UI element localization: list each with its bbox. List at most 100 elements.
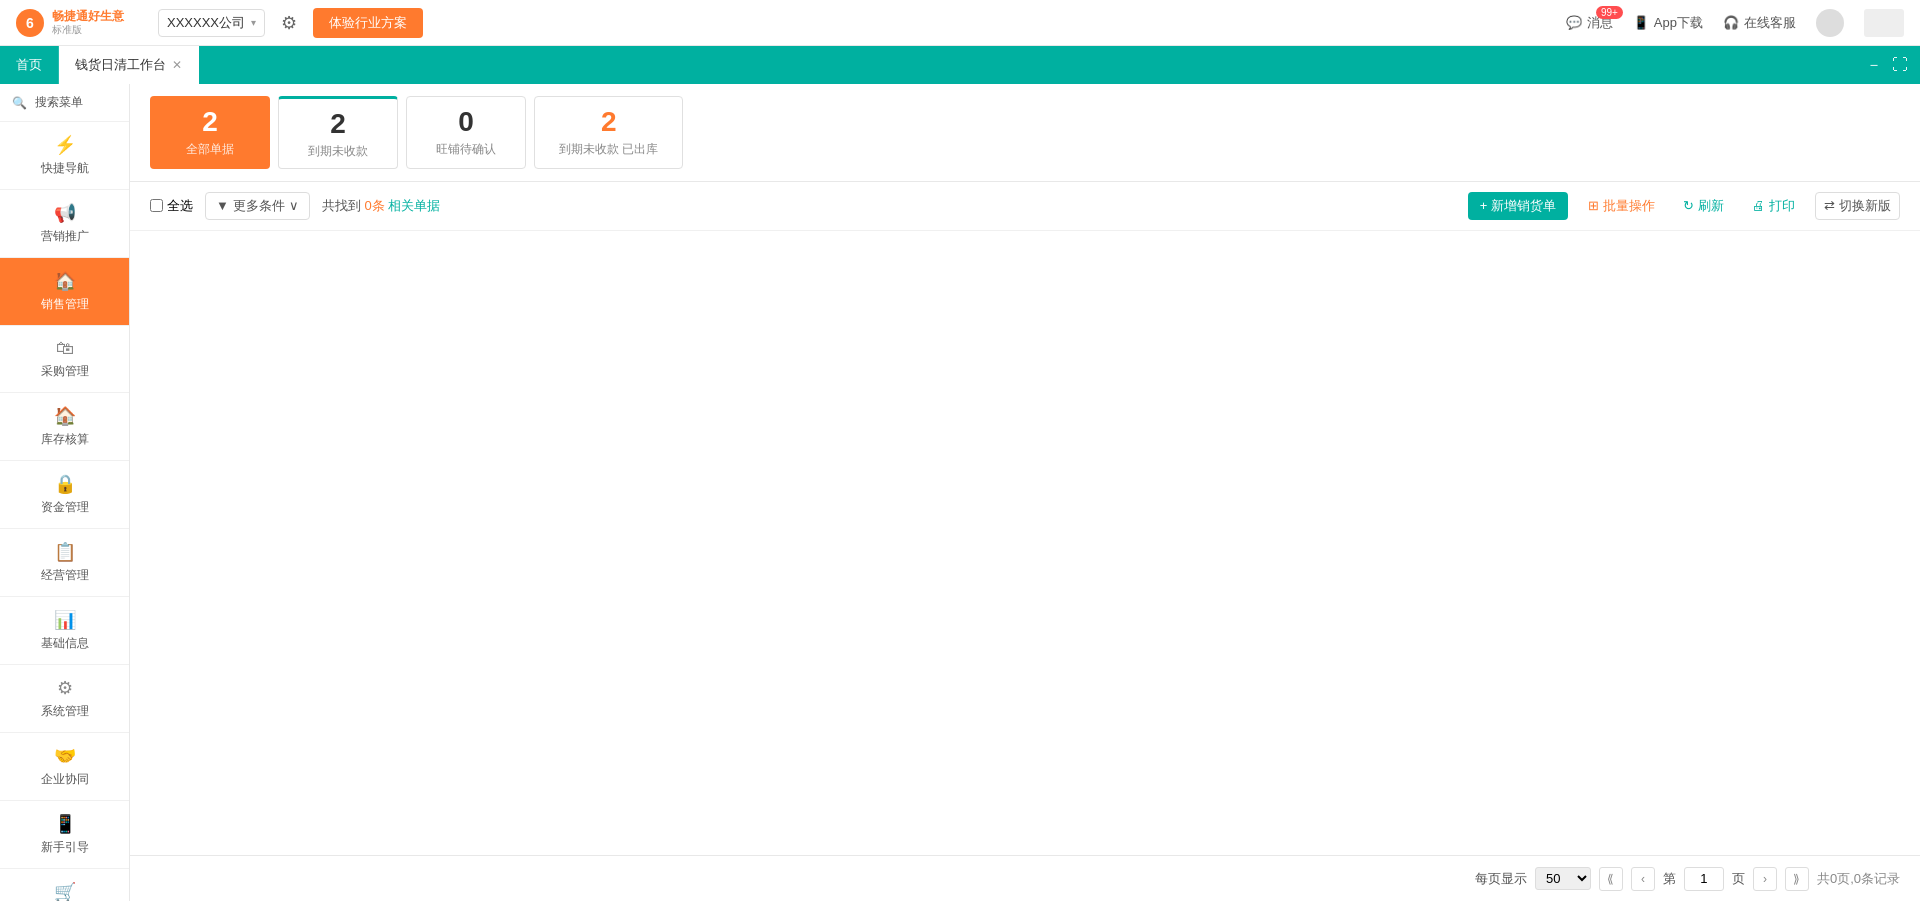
minimize-icon[interactable]: －: [1866, 55, 1882, 76]
logo-subtitle: 标准版: [52, 24, 124, 36]
tab-work[interactable]: 钱货日清工作台 ✕: [59, 46, 199, 84]
app-download-action[interactable]: 📱 App下载: [1633, 14, 1703, 32]
guide-icon: 📱: [54, 813, 76, 835]
add-button[interactable]: + 新增销货单: [1468, 192, 1568, 220]
page-input[interactable]: [1684, 867, 1724, 891]
message-badge: 99+: [1596, 6, 1623, 19]
toolbar: 全选 ▼ 更多条件 ∨ 共找到 0条 相关单据 + 新增销货单 ⊞ 批量操作: [130, 182, 1920, 231]
new-version-button[interactable]: ⇄ 切换新版: [1815, 192, 1900, 220]
filter-button[interactable]: ▼ 更多条件 ∨: [205, 192, 310, 220]
per-page-label: 每页显示: [1475, 870, 1527, 888]
trial-button[interactable]: 体验行业方案: [313, 8, 423, 38]
chevron-down-icon: ∨: [289, 198, 299, 213]
page-size-select[interactable]: 50 10 20 100: [1535, 867, 1591, 890]
checkbox-input[interactable]: [150, 199, 163, 212]
chevron-down-icon: ▾: [251, 17, 256, 28]
stat-card-pending[interactable]: 0 旺铺待确认: [406, 96, 526, 169]
close-tab-icon[interactable]: ✕: [172, 58, 182, 72]
appcenter-icon: 🛒: [54, 881, 76, 901]
sidebar-item-label: 快捷导航: [41, 160, 89, 177]
settings-icon[interactable]: ⚙: [277, 8, 301, 38]
last-page-button[interactable]: ⟫: [1785, 867, 1809, 891]
operation-icon: 📋: [54, 541, 76, 563]
company-selector[interactable]: XXXXXX公司 ▾: [158, 9, 265, 37]
system-icon: ⚙: [57, 677, 73, 699]
stat-label-pending: 旺铺待确认: [436, 141, 496, 158]
maximize-icon[interactable]: ⛶: [1892, 56, 1908, 74]
company-name: XXXXXX公司: [167, 14, 245, 32]
first-page-button[interactable]: ⟪: [1599, 867, 1623, 891]
stat-num-overdue-stock: 2: [601, 105, 617, 139]
sidebar-item-finance[interactable]: 🔒 资金管理: [0, 461, 129, 529]
online-service-label: 在线客服: [1744, 14, 1796, 32]
batch-button[interactable]: ⊞ 批量操作: [1580, 193, 1663, 219]
sales-icon: 🏠: [54, 270, 76, 292]
nav-tabs: 首页 钱货日清工作台 ✕ － ⛶: [0, 46, 1920, 84]
count-num: 0条: [365, 198, 385, 213]
stat-num-all: 2: [202, 105, 218, 139]
page-label: 第: [1663, 870, 1676, 888]
sidebar-item-system[interactable]: ⚙ 系统管理: [0, 665, 129, 733]
pagination-footer: 每页显示 50 10 20 100 ⟪ ‹ 第 页 › ⟫ 共0页,0条记录: [130, 855, 1920, 901]
stat-num-pending: 0: [458, 105, 474, 139]
sidebar-item-label: 新手引导: [41, 839, 89, 856]
purchase-icon: 🛍: [56, 338, 74, 359]
logo-icon: 6: [16, 9, 44, 37]
print-button[interactable]: 🖨 打印: [1744, 193, 1803, 219]
stat-card-overdue[interactable]: 2 到期未收款: [278, 96, 398, 169]
stat-num-overdue: 2: [330, 107, 346, 141]
sidebar-search[interactable]: 🔍 搜索菜单: [0, 84, 129, 122]
stat-cards: 2 全部单据 2 到期未收款 0 旺铺待确认 2 到期未收款 已出库: [130, 84, 1920, 182]
sidebar-item-enterprise[interactable]: 🤝 企业协同: [0, 733, 129, 801]
stat-label-all: 全部单据: [186, 141, 234, 158]
select-all-label: 全选: [167, 197, 193, 215]
sidebar-item-label: 基础信息: [41, 635, 89, 652]
select-all-checkbox[interactable]: 全选: [150, 197, 193, 215]
refresh-button[interactable]: ↻ 刷新: [1675, 193, 1732, 219]
stat-card-all[interactable]: 2 全部单据: [150, 96, 270, 169]
speaker-icon: 📢: [54, 202, 76, 224]
stat-card-overdue-stock[interactable]: 2 到期未收款 已出库: [534, 96, 683, 169]
next-page-button[interactable]: ›: [1753, 867, 1777, 891]
sidebar-item-basic[interactable]: 📊 基础信息: [0, 597, 129, 665]
print-icon: 🖨: [1752, 198, 1765, 213]
sidebar-item-label: 采购管理: [41, 363, 89, 380]
sidebar-item-inventory[interactable]: 🏠 库存核算: [0, 393, 129, 461]
sidebar-item-sales[interactable]: 🏠 销售管理: [0, 258, 129, 326]
refresh-icon: ↻: [1683, 198, 1694, 213]
tab-home[interactable]: 首页: [0, 46, 59, 84]
logo-text: 畅捷通好生意 标准版: [52, 9, 124, 35]
basic-icon: 📊: [54, 609, 76, 631]
sidebar-item-quick-nav[interactable]: ⚡ 快捷导航: [0, 122, 129, 190]
sidebar-item-marketing[interactable]: 📢 营销推广: [0, 190, 129, 258]
logo-title: 畅捷通好生意: [52, 9, 124, 23]
page-label-end: 页: [1732, 870, 1745, 888]
sidebar-item-guide[interactable]: 📱 新手引导: [0, 801, 129, 869]
inventory-icon: 🏠: [54, 405, 76, 427]
app-download-label: App下载: [1654, 14, 1703, 32]
avatar[interactable]: [1816, 9, 1844, 37]
flash-icon: ⚡: [54, 134, 76, 156]
sidebar-item-purchase[interactable]: 🛍 采购管理: [0, 326, 129, 393]
prev-page-button[interactable]: ‹: [1631, 867, 1655, 891]
count-text: 共找到 0条 相关单据: [322, 197, 440, 215]
search-icon: 🔍: [12, 96, 27, 110]
header: 6 畅捷通好生意 标准版 XXXXXX公司 ▾ ⚙ 体验行业方案 💬 消息 99…: [0, 0, 1920, 46]
finance-icon: 🔒: [54, 473, 76, 495]
pagination-info: 共0页,0条记录: [1817, 870, 1900, 888]
sidebar-item-label: 营销推广: [41, 228, 89, 245]
sidebar-item-operation[interactable]: 📋 经营管理: [0, 529, 129, 597]
filter-label: 更多条件: [233, 197, 285, 215]
related-link[interactable]: 相关单据: [388, 198, 440, 213]
header-left: 6 畅捷通好生意 标准版 XXXXXX公司 ▾ ⚙ 体验行业方案: [16, 8, 423, 38]
table-area: [130, 231, 1920, 855]
sidebar-item-label: 销售管理: [41, 296, 89, 313]
layout: 🔍 搜索菜单 ⚡ 快捷导航 📢 营销推广 🏠 销售管理 🛍 采购管理 🏠 库存核…: [0, 84, 1920, 901]
user-name-area[interactable]: [1864, 9, 1904, 37]
message-action[interactable]: 💬 消息 99+: [1566, 14, 1613, 32]
sidebar-item-appcenter[interactable]: 🛒 应用中心: [0, 869, 129, 901]
message-icon: 💬: [1566, 15, 1582, 30]
online-service-action[interactable]: 🎧 在线客服: [1723, 14, 1796, 32]
sidebar-item-label: 经营管理: [41, 567, 89, 584]
main-content: 2 全部单据 2 到期未收款 0 旺铺待确认 2 到期未收款 已出库 全选: [130, 84, 1920, 901]
